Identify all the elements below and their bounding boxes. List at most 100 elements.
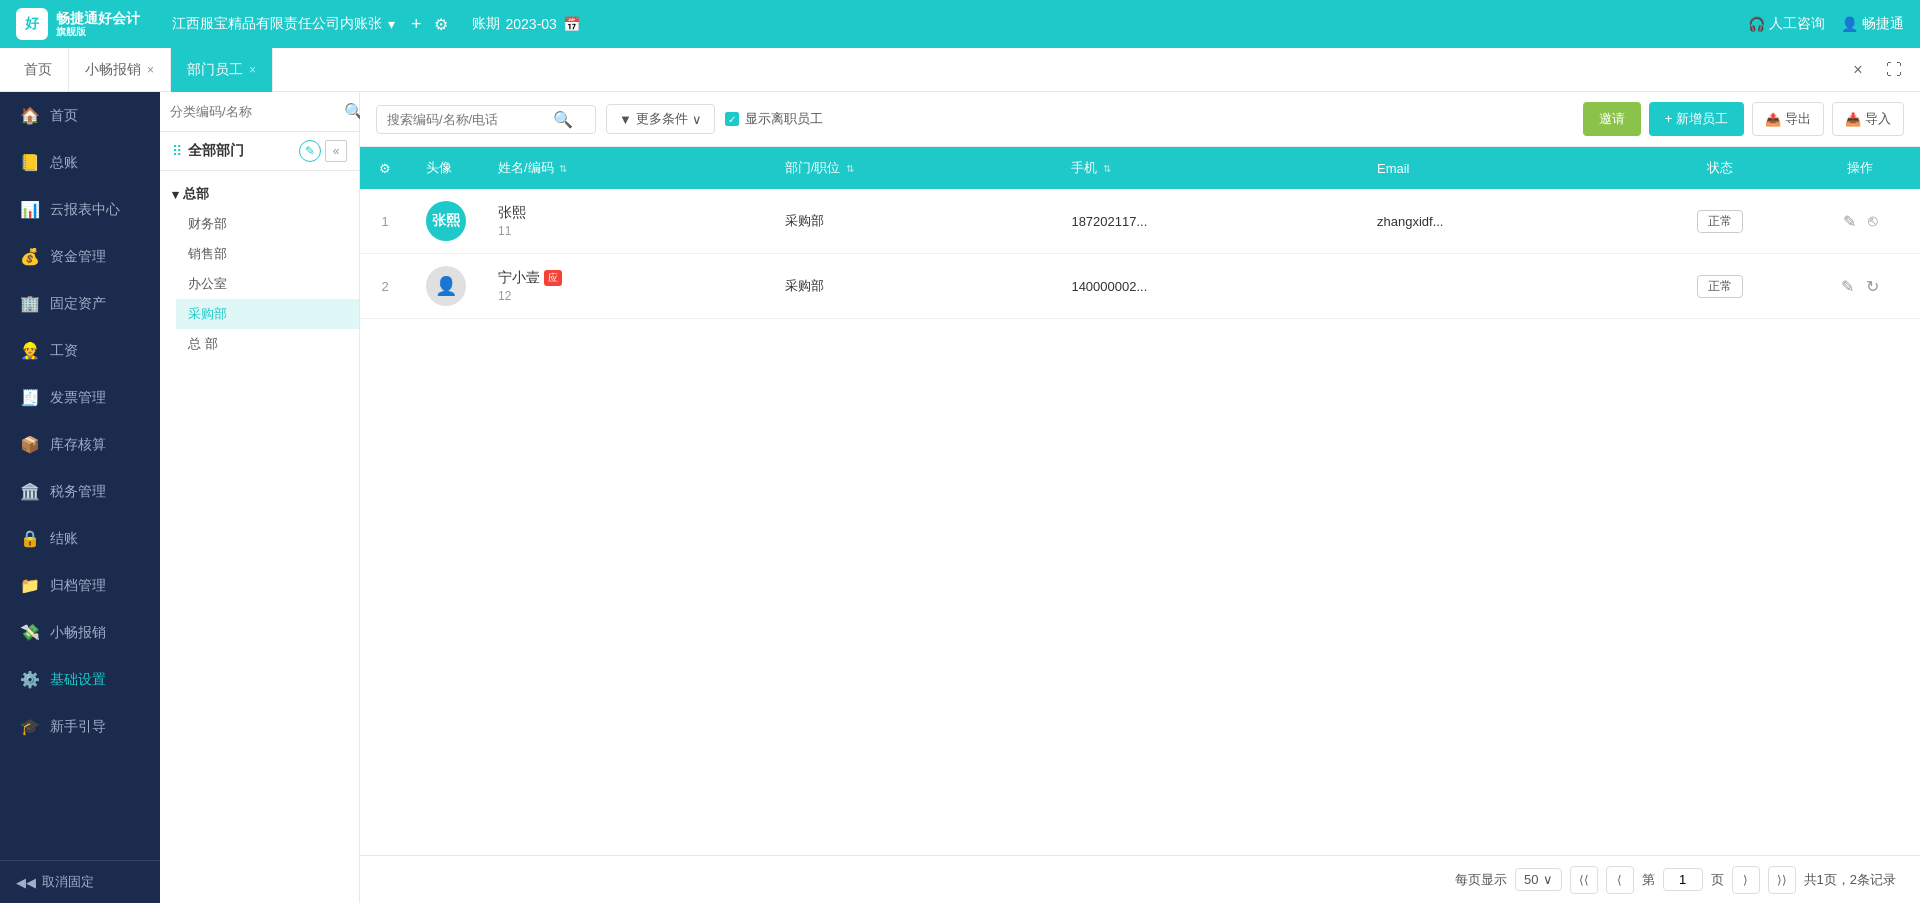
last-page-btn[interactable]: ⟩⟩ [1768, 866, 1796, 894]
guide-icon: 🎓 [20, 717, 40, 736]
sidebar-item-expense[interactable]: 💸 小畅报销 [0, 609, 160, 656]
edit-btn-2[interactable]: ✎ [1841, 277, 1854, 296]
page-size-chevron: ∨ [1543, 872, 1553, 887]
dept-collapse-btn[interactable]: « [325, 140, 347, 162]
grid-icon: ⠿ [172, 143, 182, 159]
sidebar-item-tax-label: 税务管理 [50, 483, 106, 501]
col-settings[interactable]: ⚙ [360, 147, 410, 189]
invite-label: 邀请 [1599, 111, 1625, 126]
sidebar-item-home[interactable]: 🏠 首页 [0, 92, 160, 139]
sidebar-item-salary[interactable]: 👷 工资 [0, 327, 160, 374]
dept-item-sales-label: 销售部 [188, 245, 227, 263]
dept-panel: 🔍 ⠿ 全部部门 ✎ « ▾ 总部 财务部 [160, 92, 360, 903]
dept-search-input[interactable] [170, 104, 338, 119]
tab-expand-btn[interactable]: ⛶ [1880, 56, 1908, 84]
sidebar-item-tax[interactable]: 🏛️ 税务管理 [0, 468, 160, 515]
tab-close-btn[interactable]: × [1844, 56, 1872, 84]
expense-icon: 💸 [20, 623, 40, 642]
checkbox-checked-icon: ✓ [725, 112, 739, 126]
sidebar-item-funds[interactable]: 💰 资金管理 [0, 233, 160, 280]
sidebar-item-invoice[interactable]: 🧾 发票管理 [0, 374, 160, 421]
row-phone-2: 140000002... [1055, 254, 1361, 319]
dropdown-icon: ▾ [388, 16, 395, 32]
user-btn[interactable]: 👤 畅捷通 [1841, 15, 1904, 33]
avatar-ning: 👤 [426, 266, 466, 306]
sidebar-item-funds-label: 资金管理 [50, 248, 106, 266]
show-resigned-label: 显示离职员工 [745, 110, 823, 128]
sidebar-item-assets-label: 固定资产 [50, 295, 106, 313]
period-selector[interactable]: 账期 2023-03 📅 [472, 15, 580, 33]
row-email-1: zhangxidf... [1361, 189, 1640, 254]
sidebar-item-assets[interactable]: 🏢 固定资产 [0, 280, 160, 327]
tabbar: 首页 小畅报销 × 部门员工 × × ⛶ [0, 48, 1920, 92]
filter-btn[interactable]: ▼ 更多条件 ∨ [606, 104, 715, 134]
dept-item-office[interactable]: 办公室 [176, 269, 359, 299]
support-btn[interactable]: 🎧 人工咨询 [1748, 15, 1825, 33]
logo-text: 畅捷通好会计 旗舰版 [56, 10, 140, 39]
search-icon[interactable]: 🔍 [553, 110, 573, 129]
logo-icon: 好 [16, 8, 48, 40]
logout-btn-1[interactable]: ⎋ [1868, 212, 1878, 231]
sidebar-item-ledger[interactable]: 📒 总账 [0, 139, 160, 186]
emp-name-2: 宁小壹 [498, 269, 540, 287]
show-resigned-checkbox[interactable]: ✓ 显示离职员工 [725, 110, 823, 128]
dept-item-finance[interactable]: 财务部 [176, 209, 359, 239]
import-btn[interactable]: 📥 导入 [1832, 102, 1904, 136]
prev-page-btn[interactable]: ⟨ [1606, 866, 1634, 894]
tab-xiaochang-label: 小畅报销 [85, 61, 141, 79]
dept-group-label: 总部 [183, 185, 209, 203]
employee-search-input[interactable] [387, 112, 547, 127]
row-email-2 [1361, 254, 1640, 319]
emp-code-1: 11 [498, 224, 753, 238]
invite-btn[interactable]: 邀请 [1583, 102, 1641, 136]
tab-xiaochang-close[interactable]: × [147, 63, 154, 77]
main-layout: 🏠 首页 📒 总账 📊 云报表中心 💰 资金管理 🏢 固定资产 👷 工资 🧾 发… [0, 92, 1920, 903]
sidebar-item-guide[interactable]: 🎓 新手引导 [0, 703, 160, 750]
tab-xiaochang[interactable]: 小畅报销 × [69, 48, 171, 92]
sidebar-item-settings[interactable]: ⚙️ 基础设置 [0, 656, 160, 703]
ying-badge: 应 [544, 270, 562, 286]
add-icon[interactable]: + [411, 14, 422, 35]
tab-dept-employee[interactable]: 部门员工 × [171, 48, 273, 92]
sidebar-item-close-label: 结账 [50, 530, 78, 548]
company-selector[interactable]: 江西服宝精品有限责任公司内账张 ▾ [172, 15, 395, 33]
cancel-pin-btn[interactable]: ◀◀ 取消固定 [0, 860, 160, 903]
sidebar-item-reports[interactable]: 📊 云报表中心 [0, 186, 160, 233]
first-page-btn[interactable]: ⟨⟨ [1570, 866, 1598, 894]
ledger-icon: 📒 [20, 153, 40, 172]
col-dept[interactable]: 部门/职位 ⇅ [769, 147, 1056, 189]
sidebar-item-archive[interactable]: 📁 归档管理 [0, 562, 160, 609]
dept-item-hq[interactable]: 总 部 [176, 329, 359, 359]
export-btn[interactable]: 📤 导出 [1752, 102, 1824, 136]
page-size-select[interactable]: 50 ∨ [1515, 868, 1561, 891]
status-badge-1: 正常 [1697, 210, 1743, 233]
sidebar-item-guide-label: 新手引导 [50, 718, 106, 736]
settings-gear-icon[interactable]: ⚙ [434, 15, 448, 34]
add-employee-btn[interactable]: + 新增员工 [1649, 102, 1744, 136]
edit-btn-1[interactable]: ✎ [1843, 212, 1856, 231]
dept-item-sales[interactable]: 销售部 [176, 239, 359, 269]
col-name[interactable]: 姓名/编码 ⇅ [482, 147, 769, 189]
sidebar-item-reports-label: 云报表中心 [50, 201, 120, 219]
page-input[interactable] [1663, 868, 1703, 891]
dept-edit-btn[interactable]: ✎ [299, 140, 321, 162]
sidebar-item-inventory[interactable]: 📦 库存核算 [0, 421, 160, 468]
row-avatar-2: 👤 [410, 254, 482, 319]
tab-dept-close[interactable]: × [249, 63, 256, 77]
dept-item-purchase[interactable]: 采购部 [176, 299, 359, 329]
tab-home[interactable]: 首页 [8, 48, 69, 92]
table-header-row: ⚙ 头像 姓名/编码 ⇅ 部门/职位 ⇅ 手机 ⇅ Email 状态 操作 [360, 147, 1920, 189]
col-phone[interactable]: 手机 ⇅ [1055, 147, 1361, 189]
dept-group-general[interactable]: ▾ 总部 [160, 179, 359, 209]
next-page-btn[interactable]: ⟩ [1732, 866, 1760, 894]
pin-icon: ◀◀ [16, 875, 36, 890]
filter-label: 更多条件 [636, 110, 688, 128]
sidebar-item-close[interactable]: 🔒 结账 [0, 515, 160, 562]
refresh-btn-2[interactable]: ↻ [1866, 277, 1879, 296]
col-actions: 操作 [1800, 147, 1920, 189]
row-phone-1: 187202117... [1055, 189, 1361, 254]
row-index-2: 2 [360, 254, 410, 319]
page-label: 第 [1642, 871, 1655, 889]
row-status-1: 正常 [1640, 189, 1800, 254]
checkmark-icon: ✓ [728, 114, 736, 125]
